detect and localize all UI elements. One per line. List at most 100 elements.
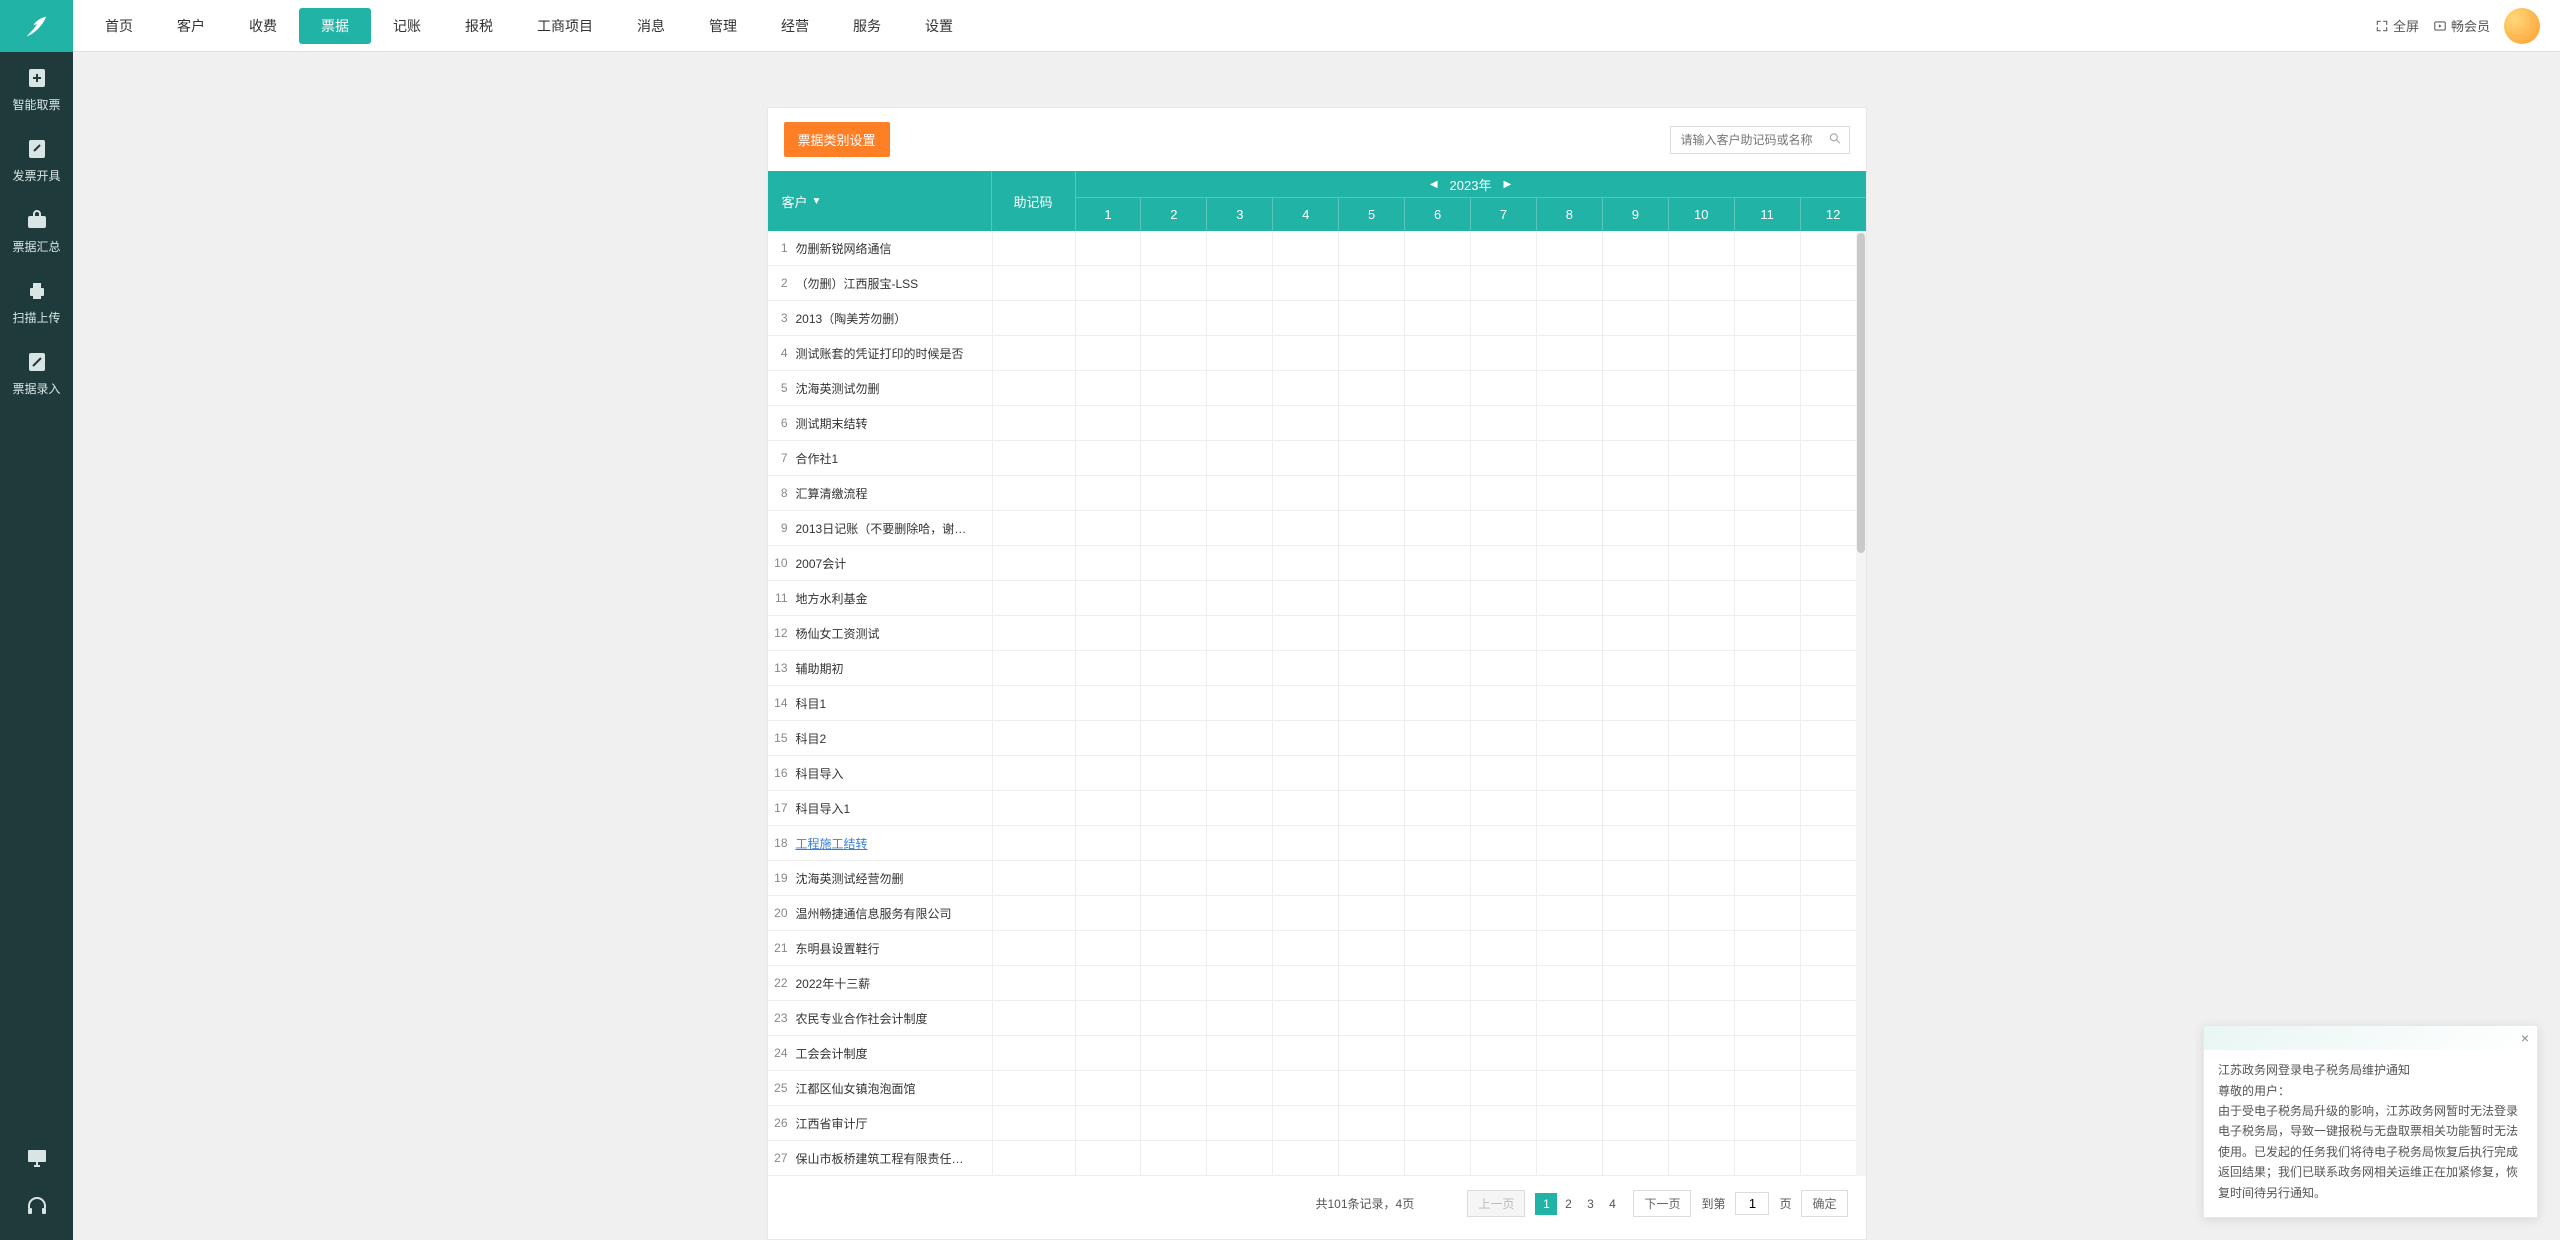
row-month-cell[interactable] bbox=[1537, 406, 1603, 440]
row-month-cell[interactable] bbox=[1076, 231, 1142, 265]
row-month-cell[interactable] bbox=[1669, 721, 1735, 755]
row-month-cell[interactable] bbox=[1405, 581, 1471, 615]
row-month-cell[interactable] bbox=[1537, 1001, 1603, 1035]
row-month-cell[interactable] bbox=[1273, 1036, 1339, 1070]
row-month-cell[interactable] bbox=[1141, 546, 1207, 580]
row-month-cell[interactable] bbox=[1207, 266, 1273, 300]
row-month-cell[interactable] bbox=[1141, 966, 1207, 1000]
row-month-cell[interactable] bbox=[1339, 686, 1405, 720]
row-month-cell[interactable] bbox=[1273, 861, 1339, 895]
table-row[interactable]: 7合作社1 bbox=[768, 441, 1866, 476]
row-month-cell[interactable] bbox=[1471, 371, 1537, 405]
row-month-cell[interactable] bbox=[1273, 1106, 1339, 1140]
row-month-cell[interactable] bbox=[1076, 1036, 1142, 1070]
row-month-cell[interactable] bbox=[1339, 476, 1405, 510]
row-month-cell[interactable] bbox=[1076, 371, 1142, 405]
row-month-cell[interactable] bbox=[1669, 1071, 1735, 1105]
row-month-cell[interactable] bbox=[1339, 1141, 1405, 1175]
row-month-cell[interactable] bbox=[1273, 616, 1339, 650]
row-month-cell[interactable] bbox=[1141, 686, 1207, 720]
row-month-cell[interactable] bbox=[1405, 231, 1471, 265]
row-month-cell[interactable] bbox=[1735, 476, 1801, 510]
table-row[interactable]: 4测试账套的凭证打印的时候是否 bbox=[768, 336, 1866, 371]
row-month-cell[interactable] bbox=[1273, 441, 1339, 475]
row-month-cell[interactable] bbox=[1471, 1001, 1537, 1035]
row-month-cell[interactable] bbox=[1735, 406, 1801, 440]
row-month-cell[interactable] bbox=[1405, 616, 1471, 650]
row-month-cell[interactable] bbox=[1076, 861, 1142, 895]
row-month-cell[interactable] bbox=[1405, 301, 1471, 335]
row-month-cell[interactable] bbox=[1537, 301, 1603, 335]
row-month-cell[interactable] bbox=[1405, 861, 1471, 895]
row-month-cell[interactable] bbox=[1339, 406, 1405, 440]
page-number[interactable]: 3 bbox=[1579, 1193, 1601, 1215]
table-row[interactable]: 18工程施工结转 bbox=[768, 826, 1866, 861]
row-month-cell[interactable] bbox=[1405, 651, 1471, 685]
page-input[interactable] bbox=[1735, 1192, 1769, 1215]
row-month-cell[interactable] bbox=[1603, 721, 1669, 755]
row-month-cell[interactable] bbox=[1537, 336, 1603, 370]
row-month-cell[interactable] bbox=[1669, 476, 1735, 510]
row-month-cell[interactable] bbox=[1471, 441, 1537, 475]
row-month-cell[interactable] bbox=[1537, 861, 1603, 895]
row-month-cell[interactable] bbox=[1076, 406, 1142, 440]
table-row[interactable]: 11地方水利基金 bbox=[768, 581, 1866, 616]
row-month-cell[interactable] bbox=[1471, 791, 1537, 825]
table-row[interactable]: 19沈海英测试经营勿删 bbox=[768, 861, 1866, 896]
table-row[interactable]: 8汇算清缴流程 bbox=[768, 476, 1866, 511]
row-month-cell[interactable] bbox=[1141, 581, 1207, 615]
row-month-cell[interactable] bbox=[1537, 1036, 1603, 1070]
row-month-cell[interactable] bbox=[1537, 1071, 1603, 1105]
row-month-cell[interactable] bbox=[1669, 756, 1735, 790]
row-month-cell[interactable] bbox=[1141, 511, 1207, 545]
row-month-cell[interactable] bbox=[1471, 336, 1537, 370]
row-month-cell[interactable] bbox=[1273, 406, 1339, 440]
row-month-cell[interactable] bbox=[1537, 756, 1603, 790]
table-row[interactable]: 23农民专业合作社会计制度 bbox=[768, 1001, 1866, 1036]
row-month-cell[interactable] bbox=[1669, 441, 1735, 475]
row-month-cell[interactable] bbox=[1273, 1141, 1339, 1175]
row-month-cell[interactable] bbox=[1669, 406, 1735, 440]
row-month-cell[interactable] bbox=[1537, 1106, 1603, 1140]
row-month-cell[interactable] bbox=[1669, 616, 1735, 650]
table-row[interactable]: 92013日记账（不要删除哈，谢… bbox=[768, 511, 1866, 546]
row-month-cell[interactable] bbox=[1076, 546, 1142, 580]
row-month-cell[interactable] bbox=[1537, 371, 1603, 405]
row-month-cell[interactable] bbox=[1735, 1071, 1801, 1105]
row-month-cell[interactable] bbox=[1735, 546, 1801, 580]
row-month-cell[interactable] bbox=[1405, 336, 1471, 370]
table-row[interactable]: 15科目2 bbox=[768, 721, 1866, 756]
row-month-cell[interactable] bbox=[1537, 546, 1603, 580]
row-month-cell[interactable] bbox=[1207, 441, 1273, 475]
row-month-cell[interactable] bbox=[1339, 511, 1405, 545]
row-month-cell[interactable] bbox=[1141, 406, 1207, 440]
row-month-cell[interactable] bbox=[1537, 441, 1603, 475]
row-month-cell[interactable] bbox=[1405, 756, 1471, 790]
row-month-cell[interactable] bbox=[1735, 861, 1801, 895]
row-month-cell[interactable] bbox=[1537, 511, 1603, 545]
row-month-cell[interactable] bbox=[1405, 1141, 1471, 1175]
fullscreen-button[interactable]: 全屏 bbox=[2375, 16, 2419, 35]
customer-search-input[interactable] bbox=[1670, 126, 1850, 154]
row-month-cell[interactable] bbox=[1669, 1141, 1735, 1175]
row-month-cell[interactable] bbox=[1603, 1106, 1669, 1140]
row-month-cell[interactable] bbox=[1471, 896, 1537, 930]
row-month-cell[interactable] bbox=[1141, 826, 1207, 860]
table-row[interactable]: 14科目1 bbox=[768, 686, 1866, 721]
sidebar-item-invoice-entry[interactable]: 票据录入 bbox=[0, 336, 73, 407]
row-month-cell[interactable] bbox=[1735, 896, 1801, 930]
row-month-cell[interactable] bbox=[1207, 581, 1273, 615]
row-month-cell[interactable] bbox=[1735, 756, 1801, 790]
go-page-button[interactable]: 确定 bbox=[1801, 1190, 1847, 1217]
topnav-item-10[interactable]: 服务 bbox=[831, 8, 903, 44]
member-button[interactable]: 畅会员 bbox=[2433, 16, 2490, 35]
row-month-cell[interactable] bbox=[1735, 266, 1801, 300]
row-month-cell[interactable] bbox=[1339, 1001, 1405, 1035]
topnav-item-3[interactable]: 票据 bbox=[299, 8, 371, 44]
row-month-cell[interactable] bbox=[1076, 826, 1142, 860]
row-month-cell[interactable] bbox=[1669, 931, 1735, 965]
page-number[interactable]: 1 bbox=[1535, 1193, 1557, 1215]
row-month-cell[interactable] bbox=[1076, 581, 1142, 615]
row-month-cell[interactable] bbox=[1141, 651, 1207, 685]
row-month-cell[interactable] bbox=[1603, 1071, 1669, 1105]
